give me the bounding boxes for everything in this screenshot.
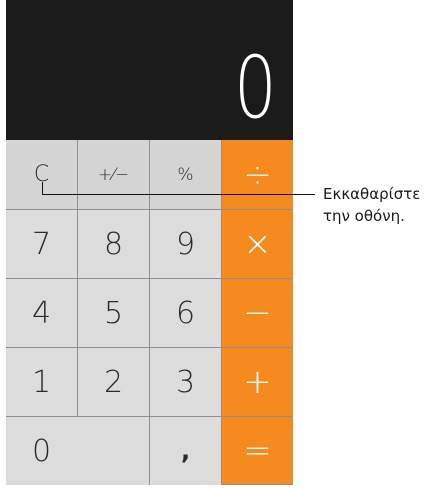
minus-button[interactable]: − xyxy=(222,279,293,348)
percent-label: % xyxy=(177,164,194,185)
digit-1-label: 1 xyxy=(31,364,52,400)
plus-minus-label: +⁄− xyxy=(97,164,130,185)
plus-label: + xyxy=(243,362,272,402)
callout-leader-horizontal xyxy=(42,194,315,195)
equals-label: = xyxy=(243,430,272,471)
calculator-display: 0 xyxy=(6,0,293,140)
callout-line-2: την οθόνη. xyxy=(323,207,405,225)
digit-7-label: 7 xyxy=(31,226,52,262)
digit-9-button[interactable]: 9 xyxy=(150,210,222,279)
calculator: 0 C +⁄− % ÷ 7 8 9 × 4 5 6 − 1 2 3 + 0 , … xyxy=(6,0,293,485)
digit-1-button[interactable]: 1 xyxy=(6,348,78,417)
equals-button[interactable]: = xyxy=(222,417,293,485)
digit-7-button[interactable]: 7 xyxy=(6,210,78,279)
digit-0-label: 0 xyxy=(32,433,52,469)
digit-4-label: 4 xyxy=(31,295,52,331)
digit-8-button[interactable]: 8 xyxy=(78,210,150,279)
digit-2-button[interactable]: 2 xyxy=(78,348,150,417)
digit-3-label: 3 xyxy=(175,364,196,400)
clear-callout: Εκκαθαρίστε την οθόνη. xyxy=(323,183,446,227)
digit-9-label: 9 xyxy=(175,226,196,262)
digit-3-button[interactable]: 3 xyxy=(150,348,222,417)
percent-button[interactable]: % xyxy=(150,140,222,210)
digit-6-button[interactable]: 6 xyxy=(150,279,222,348)
digit-6-label: 6 xyxy=(175,295,196,331)
digit-8-label: 8 xyxy=(103,226,124,262)
plus-minus-button[interactable]: +⁄− xyxy=(78,140,150,210)
clear-button[interactable]: C xyxy=(6,140,78,210)
plus-button[interactable]: + xyxy=(222,348,293,417)
divide-label: ÷ xyxy=(243,154,272,195)
multiply-button[interactable]: × xyxy=(222,210,293,279)
digit-5-button[interactable]: 5 xyxy=(78,279,150,348)
divide-button[interactable]: ÷ xyxy=(222,140,293,210)
decimal-button[interactable]: , xyxy=(150,417,222,485)
multiply-label: × xyxy=(243,224,272,264)
minus-label: − xyxy=(243,293,272,333)
digit-4-button[interactable]: 4 xyxy=(6,279,78,348)
callout-line-1: Εκκαθαρίστε xyxy=(323,185,421,203)
digit-0-button[interactable]: 0 xyxy=(6,417,150,485)
digit-2-label: 2 xyxy=(103,364,124,400)
digit-5-label: 5 xyxy=(103,295,124,331)
decimal-label: , xyxy=(180,437,191,465)
display-value: 0 xyxy=(234,38,277,138)
